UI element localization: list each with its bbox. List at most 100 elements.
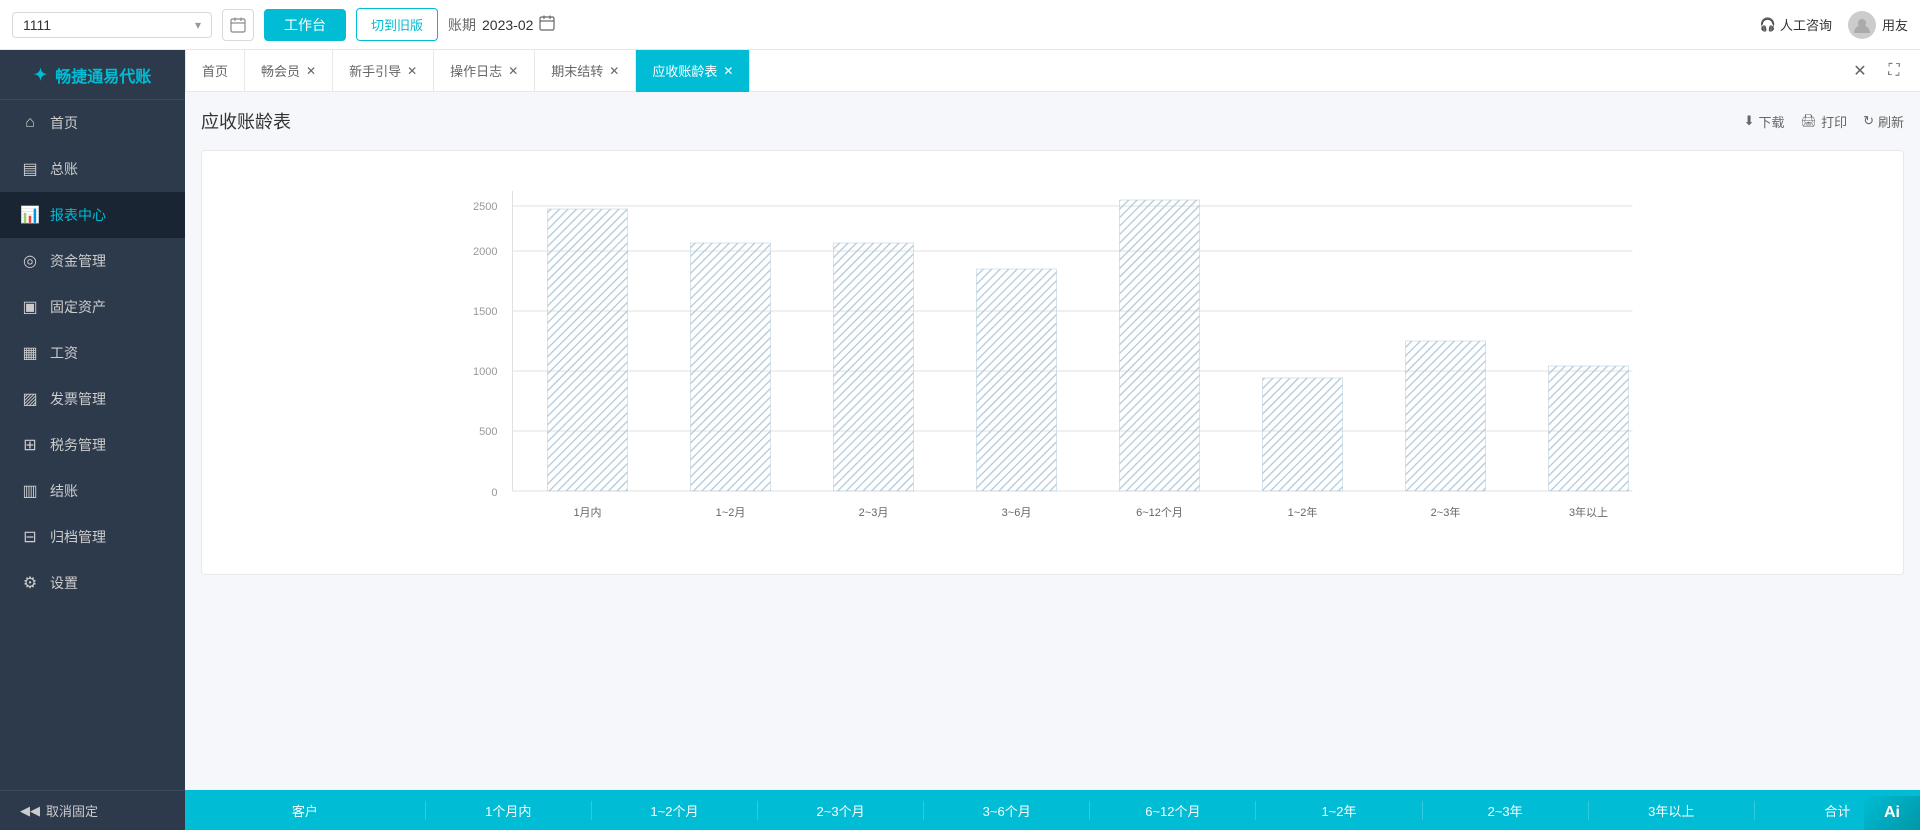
page-content: 应收账龄表 ⬇ 下载 🖨 打印 ↻ 刷新 — [185, 92, 1920, 790]
ai-badge[interactable]: Ai — [1864, 796, 1920, 830]
refresh-label: 刷新 — [1878, 112, 1904, 131]
sidebar-item-reports[interactable]: 📊 报表中心 — [0, 192, 185, 238]
svg-text:3~6月: 3~6月 — [1002, 507, 1032, 519]
tab-close-period-end[interactable]: ✕ — [609, 64, 619, 78]
sidebar-item-ledger[interactable]: ▤ 总账 — [0, 146, 185, 192]
invoice-icon: ▨ — [20, 389, 40, 409]
tab-label-guide: 新手引导 — [349, 61, 401, 80]
sidebar-item-invoice[interactable]: ▨ 发票管理 — [0, 376, 185, 422]
home-icon: ⌂ — [20, 114, 40, 132]
page-actions: ⬇ 下载 🖨 打印 ↻ 刷新 — [1744, 112, 1904, 131]
svg-text:2~3年: 2~3年 — [1431, 505, 1461, 519]
svg-text:3年以上: 3年以上 — [1569, 505, 1608, 519]
chevron-down-icon: ▾ — [195, 18, 201, 32]
page-title-row: 应收账龄表 ⬇ 下载 🖨 打印 ↻ 刷新 — [201, 108, 1904, 134]
tab-label-home: 首页 — [202, 61, 228, 80]
col-2-3y: 2~3年 — [1423, 801, 1589, 820]
page-title: 应收账龄表 — [201, 108, 291, 134]
svg-text:1500: 1500 — [473, 306, 497, 318]
tab-oplog[interactable]: 操作日志 ✕ — [434, 50, 535, 92]
tab-label-period-end: 期末结转 — [551, 61, 603, 80]
tab-label-aging: 应收账龄表 — [652, 61, 717, 80]
sidebar-label-tax: 税务管理 — [50, 435, 106, 455]
sidebar-item-tax[interactable]: ⊞ 税务管理 — [0, 422, 185, 468]
print-button[interactable]: 🖨 打印 — [1801, 112, 1848, 131]
sidebar-footer[interactable]: ◀◀ 取消固定 — [0, 790, 185, 830]
chart-container: 0 500 1000 1500 2000 2500 — [201, 150, 1904, 575]
unpin-icon: ◀◀ — [20, 803, 40, 819]
tab-close-aging[interactable]: ✕ — [723, 64, 733, 78]
sidebar-item-home[interactable]: ⌂ 首页 — [0, 100, 185, 146]
calendar-button[interactable] — [222, 9, 254, 41]
switch-old-button[interactable]: 切到旧版 — [356, 8, 438, 41]
sidebar-label-payroll: 工资 — [50, 343, 78, 363]
sidebar-item-settings[interactable]: ⚙ 设置 — [0, 560, 185, 606]
svg-text:6~12个月: 6~12个月 — [1136, 506, 1183, 519]
checkout-icon: ▥ — [20, 481, 40, 501]
refresh-icon: ↻ — [1863, 113, 1874, 129]
reports-icon: 📊 — [20, 205, 40, 225]
refresh-button[interactable]: ↻ 刷新 — [1863, 112, 1904, 131]
tab-period-end[interactable]: 期末结转 ✕ — [535, 50, 636, 92]
sidebar-label-invoice: 发票管理 — [50, 389, 106, 409]
consult-label: 人工咨询 — [1780, 15, 1832, 34]
col-1-2y: 1~2年 — [1256, 801, 1422, 820]
download-label: 下载 — [1759, 112, 1785, 131]
svg-text:1000: 1000 — [473, 366, 497, 378]
funds-icon: ◎ — [20, 251, 40, 271]
period-area: 账期 2023-02 — [448, 15, 555, 35]
sidebar-item-payroll[interactable]: ▦ 工资 — [0, 330, 185, 376]
ledger-icon: ▤ — [20, 159, 40, 179]
archive-icon: ⊟ — [20, 527, 40, 547]
tab-close-oplog[interactable]: ✕ — [508, 64, 518, 78]
top-header: 1111 ▾ 工作台 切到旧版 账期 2023-02 🎧 人工咨询 — [0, 0, 1920, 50]
sidebar: ✦ 畅捷通易代账 ⌂ 首页 ▤ 总账 📊 报表中心 ◎ 资金管理 ▣ 固定资产 — [0, 50, 185, 830]
sidebar-item-assets[interactable]: ▣ 固定资产 — [0, 284, 185, 330]
close-all-button[interactable]: ✕ — [1846, 57, 1874, 85]
tab-aging[interactable]: 应收账龄表 ✕ — [636, 50, 750, 92]
payroll-icon: ▦ — [20, 343, 40, 363]
settings-icon: ⚙ — [20, 573, 40, 593]
svg-text:2000: 2000 — [473, 246, 497, 258]
tab-member[interactable]: 畅会员 ✕ — [245, 50, 333, 92]
avatar — [1848, 11, 1876, 39]
company-name: 1111 — [23, 17, 189, 33]
sidebar-item-checkout[interactable]: ▥ 结账 — [0, 468, 185, 514]
tab-close-guide[interactable]: ✕ — [407, 64, 417, 78]
download-button[interactable]: ⬇ 下载 — [1744, 112, 1785, 131]
sidebar-label-home: 首页 — [50, 113, 78, 133]
sidebar-label-reports: 报表中心 — [50, 205, 106, 225]
svg-text:1~2月: 1~2月 — [716, 507, 746, 519]
sidebar-item-archive[interactable]: ⊟ 归档管理 — [0, 514, 185, 560]
tab-guide[interactable]: 新手引导 ✕ — [333, 50, 434, 92]
col-2-3m: 2~3个月 — [758, 801, 924, 820]
col-1m: 1个月内 — [426, 801, 592, 820]
header-right: 🎧 人工咨询 用友 — [1760, 11, 1908, 39]
assets-icon: ▣ — [20, 297, 40, 317]
user-name: 用友 — [1882, 15, 1908, 34]
workbench-button[interactable]: 工作台 — [264, 9, 346, 41]
user-area[interactable]: 用友 — [1848, 11, 1908, 39]
expand-button[interactable]: ⛶ — [1880, 57, 1908, 85]
consult-button[interactable]: 🎧 人工咨询 — [1760, 15, 1832, 34]
tab-close-member[interactable]: ✕ — [306, 64, 316, 78]
sidebar-item-funds[interactable]: ◎ 资金管理 — [0, 238, 185, 284]
tab-label-oplog: 操作日志 — [450, 61, 502, 80]
print-label: 打印 — [1821, 112, 1847, 131]
tab-home[interactable]: 首页 — [185, 50, 245, 92]
sidebar-logo: ✦ 畅捷通易代账 — [0, 50, 185, 100]
headset-icon: 🎧 — [1760, 17, 1776, 33]
sidebar-label-ledger: 总账 — [50, 159, 78, 179]
col-3-6m: 3~6个月 — [924, 801, 1090, 820]
sidebar-label-checkout: 结账 — [50, 481, 78, 501]
tax-icon: ⊞ — [20, 435, 40, 455]
period-calendar-icon[interactable] — [539, 15, 555, 34]
tab-actions: ✕ ⛶ — [1846, 57, 1920, 85]
col-3y-plus: 3年以上 — [1589, 801, 1755, 820]
logo-icon: ✦ — [34, 65, 47, 85]
table-header-row: 客户 1个月内 1~2个月 2~3个月 3~6个月 6~12个月 1~2年 2~… — [185, 790, 1920, 830]
company-selector[interactable]: 1111 ▾ — [12, 12, 212, 38]
period-value: 2023-02 — [482, 17, 533, 33]
print-icon: 🖨 — [1801, 113, 1818, 129]
svg-text:2~3月: 2~3月 — [859, 507, 889, 519]
